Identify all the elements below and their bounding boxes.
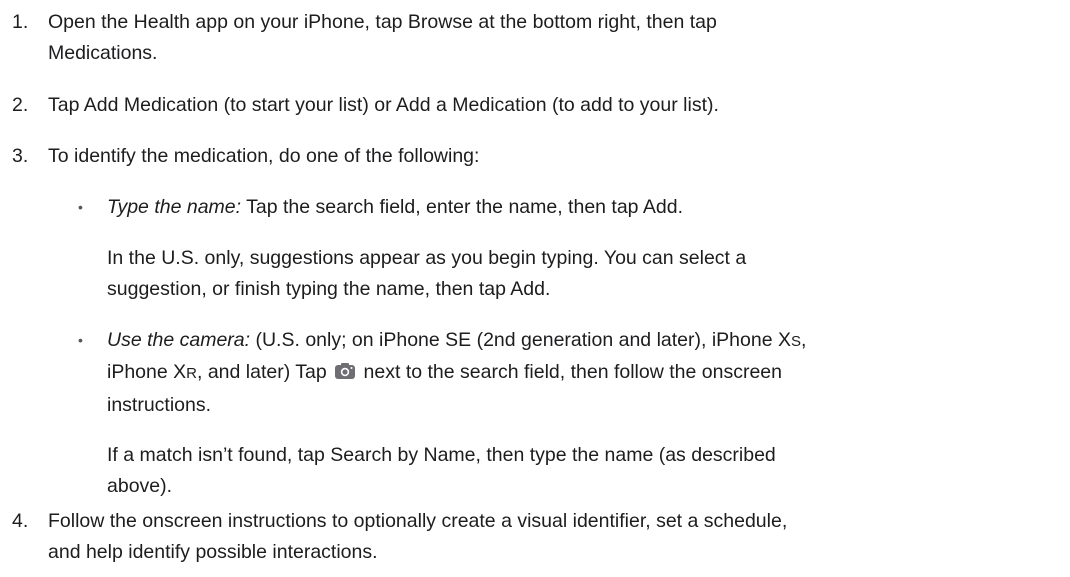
step-line: and help identify possible interactions. [48, 541, 378, 563]
note-line: above). [107, 475, 173, 497]
bullet-text: Type the name: Tap the search field, ent… [107, 192, 1047, 223]
bullet-line: instructions. [107, 394, 212, 416]
instructions-document: 1. Open the Health app on your iPhone, t… [0, 0, 1070, 577]
camera-note: If a match isn’t found, tap Search by Na… [107, 440, 1007, 502]
note-line: If a match isn’t found, tap Search by Na… [107, 444, 776, 466]
option-text: , and later) Tap [197, 361, 333, 383]
model-suffix-xs: S [790, 333, 801, 350]
step-number: 2. [12, 94, 29, 116]
option-label: Use the camera: [107, 329, 251, 351]
step-line: Open the Health app on your iPhone, tap … [48, 11, 717, 33]
bullet-line: iPhone XR, and later) Tap next to the se… [107, 357, 1047, 390]
bullet-dot: • [78, 332, 83, 348]
note-line: suggestion, or finish typing the name, t… [107, 278, 551, 300]
option-text: next to the search field, then follow th… [358, 361, 782, 383]
step-number: 4. [12, 510, 29, 532]
camera-icon [334, 359, 356, 390]
option-text: Tap the search field, enter the name, th… [241, 196, 683, 218]
option-text: , [801, 329, 807, 351]
step-number: 1. [12, 11, 29, 33]
bullet-dot: • [78, 199, 83, 215]
step-text: Follow the onscreen instructions to opti… [48, 506, 1048, 568]
type-name-note: In the U.S. only, suggestions appear as … [107, 243, 1007, 305]
step-line: Medications. [48, 42, 158, 64]
note-line: In the U.S. only, suggestions appear as … [107, 247, 747, 269]
option-label: Type the name: [107, 196, 242, 218]
model-suffix-xr: R [186, 365, 197, 382]
step-text: Tap Add Medication (to start your list) … [48, 90, 1048, 121]
step-line: Follow the onscreen instructions to opti… [48, 510, 788, 532]
step-line: Tap Add Medication (to start your list) … [48, 94, 719, 116]
step-number: 3. [12, 145, 29, 167]
option-text: iPhone X [107, 361, 187, 383]
bullet-text: Use the camera: (U.S. only; on iPhone SE… [107, 325, 1047, 421]
step-line: To identify the medication, do one of th… [48, 145, 480, 167]
step-text: To identify the medication, do one of th… [48, 141, 1048, 172]
step-text: Open the Health app on your iPhone, tap … [48, 7, 1048, 69]
option-text: (U.S. only; on iPhone SE (2nd generation… [250, 329, 791, 351]
bullet-line: Use the camera: (U.S. only; on iPhone SE… [107, 325, 1047, 357]
